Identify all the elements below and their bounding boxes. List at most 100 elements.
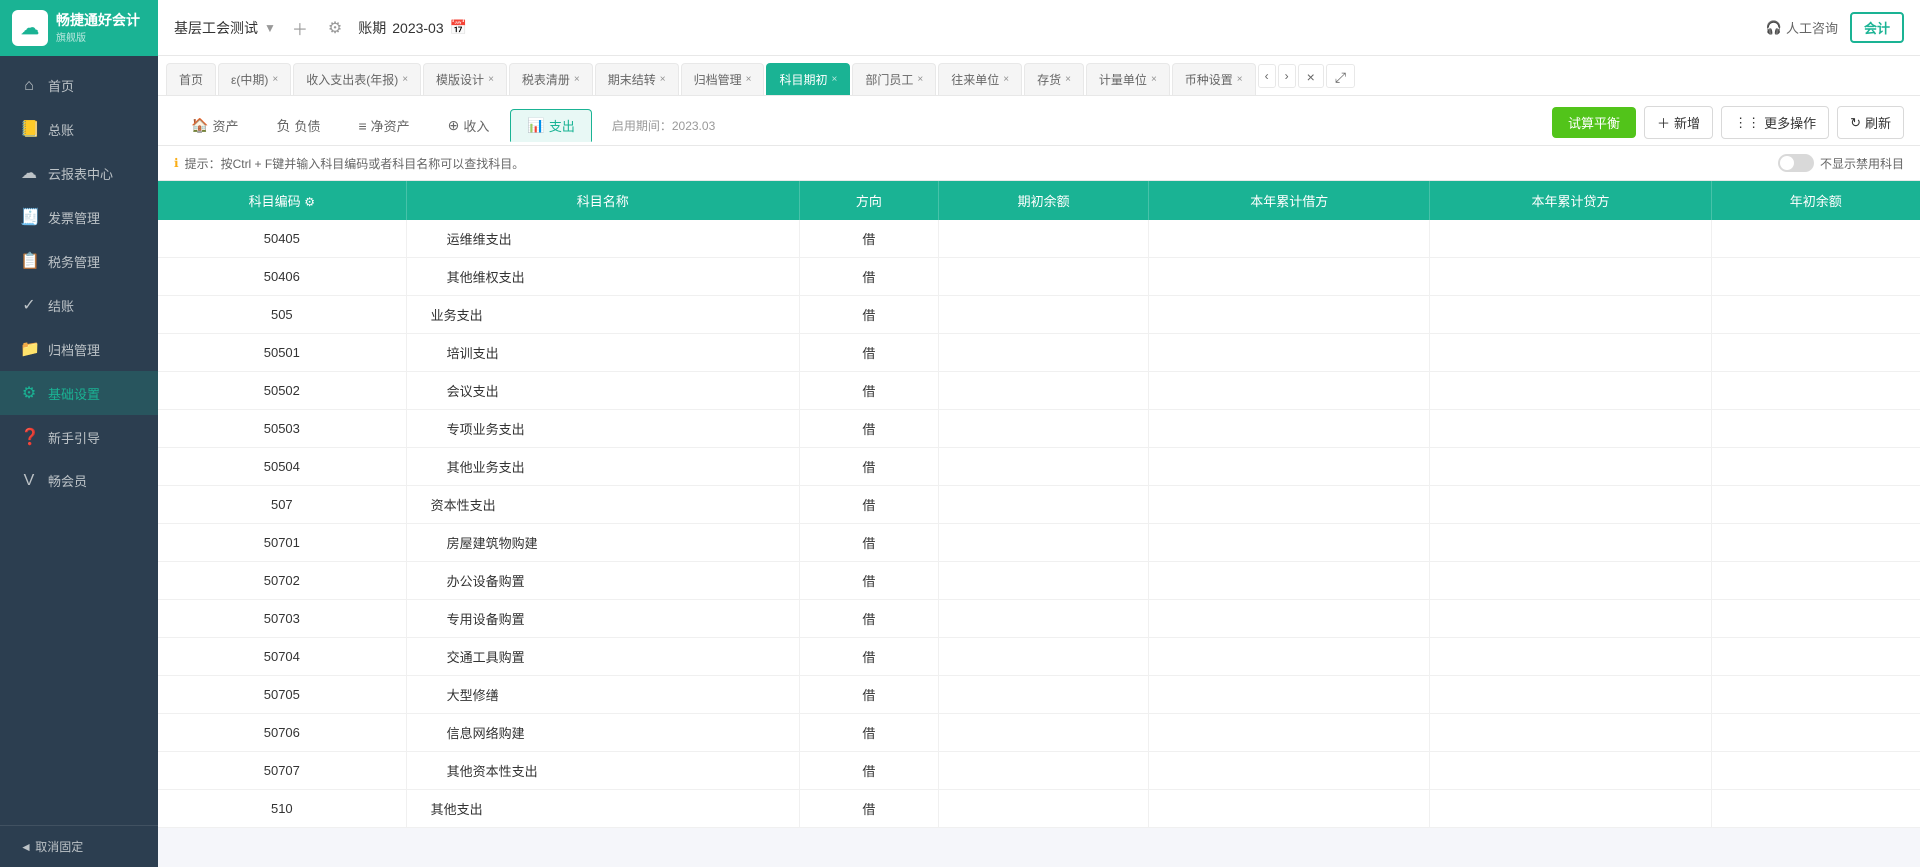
- cell-name: 办公设备购置: [406, 562, 799, 600]
- toolbar-right: 试算平衡 ＋ 新增 ⋮⋮ 更多操作 ↻ 刷新: [1552, 106, 1904, 145]
- sub-tab-income[interactable]: ⊕ 收入: [431, 109, 507, 142]
- tabs-prev-button[interactable]: ‹: [1258, 64, 1276, 88]
- table-row[interactable]: 50704 交通工具购置 借: [158, 638, 1920, 676]
- tab-subject-init[interactable]: 科目期初 ×: [766, 63, 850, 95]
- table-row[interactable]: 50405 运维维支出 借: [158, 220, 1920, 258]
- tab-currency[interactable]: 币种设置 ×: [1172, 63, 1256, 95]
- table-row[interactable]: 50703 专用设备购置 借: [158, 600, 1920, 638]
- tab-close-icon[interactable]: ×: [917, 74, 923, 85]
- invoice-icon: 🧾: [20, 207, 38, 227]
- tab-contacts[interactable]: 往来单位 ×: [938, 63, 1022, 95]
- tab-close-icon[interactable]: ×: [402, 74, 408, 85]
- sidebar-item-member[interactable]: V 畅会员: [0, 459, 158, 502]
- tab-label: 往来单位: [951, 71, 999, 88]
- cell-code: 50501: [158, 334, 406, 372]
- tab-label: 科目期初: [779, 71, 827, 88]
- cell-name: 房屋建筑物购建: [406, 524, 799, 562]
- col-ytd-credit: 本年累计贷方: [1430, 181, 1711, 220]
- tab-tax-table[interactable]: 税表清册 ×: [509, 63, 593, 95]
- more-button[interactable]: ⋮⋮ 更多操作: [1721, 106, 1829, 139]
- app-logo-icon: ☁: [12, 10, 48, 46]
- sidebar-pin-toggle[interactable]: ◄ 取消固定: [0, 825, 158, 867]
- refresh-button[interactable]: ↻ 刷新: [1837, 106, 1904, 139]
- sidebar-logo: ☁ 畅捷通好会计 旗舰版: [0, 0, 158, 56]
- tab-annual-report[interactable]: 收入支出表(年报) ×: [293, 63, 421, 95]
- sidebar-item-close[interactable]: ✓ 结账: [0, 283, 158, 327]
- sub-tab-expense[interactable]: 📊 支出: [510, 109, 591, 142]
- add-company-button[interactable]: ＋: [288, 12, 312, 44]
- cell-ytd-credit: [1430, 676, 1711, 714]
- tab-close-icon[interactable]: ×: [1003, 74, 1009, 85]
- tab-department[interactable]: 部门员工 ×: [852, 63, 936, 95]
- tab-template[interactable]: 模版设计 ×: [423, 63, 507, 95]
- tab-interim[interactable]: ε(中期) ×: [218, 63, 291, 95]
- tab-close-icon[interactable]: ×: [832, 74, 838, 85]
- cell-init-balance: [939, 600, 1149, 638]
- tab-home[interactable]: 首页: [166, 63, 216, 95]
- user-role-button[interactable]: 会计: [1850, 12, 1904, 43]
- tab-close-icon[interactable]: ×: [488, 74, 494, 85]
- app-logo-text: 畅捷通好会计 旗舰版: [56, 12, 140, 44]
- table-row[interactable]: 50706 信息网络购建 借: [158, 714, 1920, 752]
- tab-close-icon[interactable]: ×: [1237, 74, 1243, 85]
- sidebar: ☁ 畅捷通好会计 旗舰版 ⌂ 首页 📒 总账 ☁ 云报表中心 🧾 发票管理 📋 …: [0, 0, 158, 867]
- disable-toggle[interactable]: 不显示禁用科目: [1778, 154, 1904, 172]
- table-row[interactable]: 507 资本性支出 借: [158, 486, 1920, 524]
- cell-ytd-debit: [1149, 562, 1430, 600]
- table-container[interactable]: 科目编码 ⚙ 科目名称 方向 期初余额 本年累计借方 本年累计贷方 年初余额 5…: [158, 181, 1920, 867]
- table-row[interactable]: 505 业务支出 借: [158, 296, 1920, 334]
- sub-tab-net-asset[interactable]: ≡ 净资产: [341, 109, 426, 142]
- table-row[interactable]: 50503 专项业务支出 借: [158, 410, 1920, 448]
- sub-tab-liability[interactable]: 负 负债: [259, 109, 337, 143]
- close-account-icon: ✓: [20, 295, 38, 315]
- cell-year-init: [1711, 448, 1920, 486]
- tab-close-icon[interactable]: ×: [272, 74, 278, 85]
- cell-code: 50406: [158, 258, 406, 296]
- cell-code: 50701: [158, 524, 406, 562]
- sidebar-item-invoice[interactable]: 🧾 发票管理: [0, 195, 158, 239]
- tab-close-icon[interactable]: ×: [746, 74, 752, 85]
- table-row[interactable]: 50502 会议支出 借: [158, 372, 1920, 410]
- sidebar-item-tax[interactable]: 📋 税务管理: [0, 239, 158, 283]
- table-row[interactable]: 50501 培训支出 借: [158, 334, 1920, 372]
- sidebar-item-cloud-report[interactable]: ☁ 云报表中心: [0, 151, 158, 195]
- sidebar-item-settings[interactable]: ⚙ 基础设置: [0, 371, 158, 415]
- table-row[interactable]: 50705 大型修缮 借: [158, 676, 1920, 714]
- table-row[interactable]: 50504 其他业务支出 借: [158, 448, 1920, 486]
- tab-period-end[interactable]: 期末结转 ×: [595, 63, 679, 95]
- table-row[interactable]: 50707 其他资本性支出 借: [158, 752, 1920, 790]
- tab-archive[interactable]: 归档管理 ×: [681, 63, 765, 95]
- sidebar-item-archive[interactable]: 📁 归档管理: [0, 327, 158, 371]
- col-year-init: 年初余额: [1711, 181, 1920, 220]
- sidebar-item-label: 首页: [48, 76, 74, 95]
- table-row[interactable]: 50701 房屋建筑物购建 借: [158, 524, 1920, 562]
- column-settings-icon[interactable]: ⚙: [304, 195, 315, 209]
- company-selector[interactable]: 基层工会测试 ▼: [174, 18, 276, 38]
- tab-close-icon[interactable]: ×: [1065, 74, 1071, 85]
- cell-ytd-debit: [1149, 676, 1430, 714]
- tabs-expand-button[interactable]: ⤢: [1326, 64, 1355, 88]
- sidebar-item-home[interactable]: ⌂ 首页: [0, 64, 158, 107]
- tab-unit[interactable]: 计量单位 ×: [1086, 63, 1170, 95]
- calendar-icon[interactable]: 📅: [450, 19, 467, 36]
- cell-ytd-debit: [1149, 486, 1430, 524]
- tab-close-icon[interactable]: ×: [1151, 74, 1157, 85]
- table-row[interactable]: 510 其他支出 借: [158, 790, 1920, 828]
- tab-close-icon[interactable]: ×: [574, 74, 580, 85]
- tab-close-icon[interactable]: ×: [660, 74, 666, 85]
- balance-button[interactable]: 试算平衡: [1552, 107, 1636, 138]
- help-button[interactable]: 🎧 人工咨询: [1766, 18, 1838, 37]
- table-row[interactable]: 50406 其他维权支出 借: [158, 258, 1920, 296]
- add-button[interactable]: ＋ 新增: [1644, 106, 1713, 139]
- toggle-switch-control[interactable]: [1778, 154, 1814, 172]
- table-row[interactable]: 50702 办公设备购置 借: [158, 562, 1920, 600]
- cell-year-init: [1711, 638, 1920, 676]
- sub-tab-asset[interactable]: 🏠 资产: [174, 109, 255, 142]
- sidebar-item-ledger[interactable]: 📒 总账: [0, 107, 158, 151]
- tabs-close-all-button[interactable]: ×: [1298, 64, 1324, 88]
- cell-ytd-credit: [1430, 562, 1711, 600]
- tab-inventory[interactable]: 存货 ×: [1024, 63, 1084, 95]
- company-settings-button[interactable]: ⚙: [324, 14, 346, 42]
- sidebar-item-guide[interactable]: ❓ 新手引导: [0, 415, 158, 459]
- tabs-next-button[interactable]: ›: [1278, 64, 1296, 88]
